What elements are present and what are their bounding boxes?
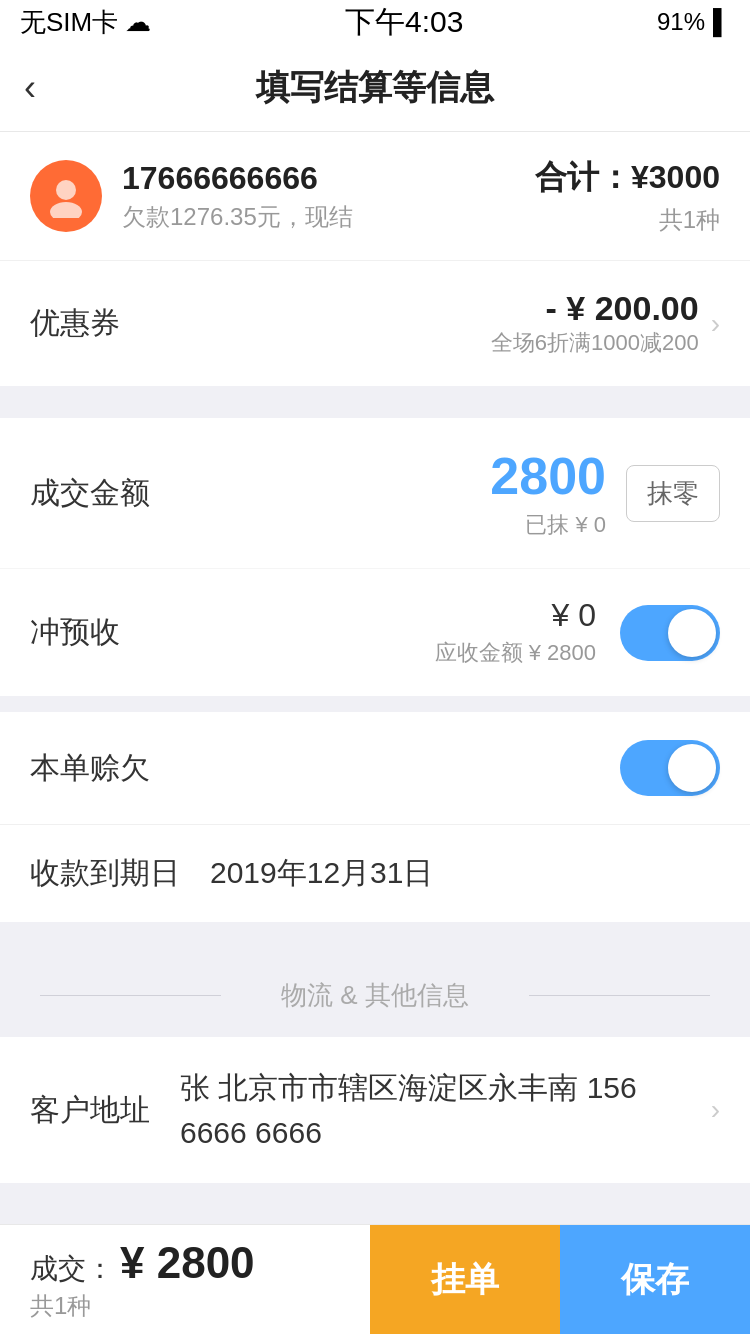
coupon-row[interactable]: 优惠券 - ¥ 200.00 全场6折满1000减200 › bbox=[0, 260, 750, 386]
address-section: 客户地址 张 北京市市辖区海淀区永丰南 156 6666 6666 › bbox=[0, 1037, 750, 1183]
hang-sale-button[interactable]: 挂单 bbox=[370, 1225, 560, 1335]
customer-left: 17666666666 欠款1276.35元，现结 bbox=[30, 160, 353, 233]
customer-section: 17666666666 欠款1276.35元，现结 合计：¥3000 共1种 优… bbox=[0, 132, 750, 386]
logistics-divider: 物流 & 其他信息 bbox=[0, 954, 750, 1037]
bottom-deal-amount: ¥ 2800 bbox=[120, 1238, 255, 1288]
customer-info: 17666666666 欠款1276.35元，现结 bbox=[122, 160, 353, 233]
debt-toggle-knob bbox=[668, 744, 716, 792]
battery-icon: ▌ bbox=[713, 8, 730, 36]
chevron-right-icon: › bbox=[711, 308, 720, 340]
customer-row: 17666666666 欠款1276.35元，现结 合计：¥3000 共1种 bbox=[0, 132, 750, 260]
duedate-label: 收款到期日 bbox=[30, 853, 180, 894]
prereceive-values: ¥ 0 应收金额 ¥ 2800 bbox=[435, 597, 596, 668]
coupon-right: - ¥ 200.00 全场6折满1000减200 › bbox=[491, 289, 720, 358]
status-bar: 无SIM卡 ☁ 下午4:03 91% ▌ bbox=[0, 0, 750, 44]
avatar-icon bbox=[44, 174, 88, 218]
customer-total: 合计：¥3000 共1种 bbox=[535, 156, 720, 236]
bottom-deal-label: 成交： bbox=[30, 1250, 114, 1288]
round-zero-button[interactable]: 抹零 bbox=[626, 465, 720, 522]
deal-amount-right: 2800 已抹 ¥ 0 抹零 bbox=[490, 446, 720, 540]
save-button[interactable]: 保存 bbox=[560, 1225, 750, 1335]
bottom-count: 共1种 bbox=[30, 1290, 340, 1322]
prereceive-row: 冲预收 ¥ 0 应收金额 ¥ 2800 bbox=[0, 569, 750, 696]
total-amount: 合计：¥3000 bbox=[535, 156, 720, 200]
deal-row: 成交： ¥ 2800 bbox=[30, 1238, 340, 1288]
coupon-discount: - ¥ 200.00 bbox=[491, 289, 699, 328]
divider-line-right bbox=[529, 995, 710, 996]
address-value: 张 北京市市辖区海淀区永丰南 156 6666 6666 bbox=[180, 1065, 711, 1155]
prereceive-right: ¥ 0 应收金额 ¥ 2800 bbox=[435, 597, 720, 668]
debt-section: 本单赊欠 收款到期日 2019年12月31日 bbox=[0, 712, 750, 922]
signal-text: 无SIM卡 ☁ bbox=[20, 5, 151, 40]
svg-point-1 bbox=[50, 202, 82, 218]
divider-1 bbox=[0, 402, 750, 418]
customer-debt: 欠款1276.35元，现结 bbox=[122, 201, 353, 233]
status-left: 无SIM卡 ☁ bbox=[20, 5, 151, 40]
divider-3 bbox=[0, 938, 750, 954]
deal-amount-value: 2800 bbox=[490, 446, 606, 506]
divider-2 bbox=[0, 696, 750, 712]
total-count: 共1种 bbox=[535, 204, 720, 236]
deal-amount-values: 2800 已抹 ¥ 0 bbox=[490, 446, 606, 540]
prereceive-amount: ¥ 0 bbox=[435, 597, 596, 634]
debt-toggle[interactable] bbox=[620, 740, 720, 796]
prereceive-label: 冲预收 bbox=[30, 612, 120, 653]
status-time: 下午4:03 bbox=[345, 2, 463, 43]
toggle-knob bbox=[668, 609, 716, 657]
duedate-row: 收款到期日 2019年12月31日 bbox=[0, 824, 750, 922]
logistics-label: 物流 & 其他信息 bbox=[281, 978, 469, 1013]
amount-section: 成交金额 2800 已抹 ¥ 0 抹零 冲预收 ¥ 0 应收金额 ¥ 2800 bbox=[0, 418, 750, 696]
duedate-value: 2019年12月31日 bbox=[210, 853, 433, 894]
prereceive-toggle[interactable] bbox=[620, 605, 720, 661]
customer-phone: 17666666666 bbox=[122, 160, 353, 197]
address-row[interactable]: 客户地址 张 北京市市辖区海淀区永丰南 156 6666 6666 › bbox=[0, 1037, 750, 1183]
avatar bbox=[30, 160, 102, 232]
divider-line-left bbox=[40, 995, 221, 996]
debt-row: 本单赊欠 bbox=[0, 712, 750, 824]
coupon-label: 优惠券 bbox=[30, 303, 120, 344]
svg-point-0 bbox=[56, 180, 76, 200]
status-right: 91% ▌ bbox=[657, 8, 730, 36]
deal-amount-sub: 已抹 ¥ 0 bbox=[490, 510, 606, 540]
deal-amount-row: 成交金额 2800 已抹 ¥ 0 抹零 bbox=[0, 418, 750, 569]
back-button[interactable]: ‹ bbox=[24, 67, 36, 109]
address-label: 客户地址 bbox=[30, 1090, 150, 1131]
bottom-summary: 成交： ¥ 2800 共1种 bbox=[0, 1238, 370, 1322]
debt-label: 本单赊欠 bbox=[30, 748, 150, 789]
prereceive-receivable: 应收金额 ¥ 2800 bbox=[435, 638, 596, 668]
page-title: 填写结算等信息 bbox=[256, 65, 494, 111]
battery-text: 91% bbox=[657, 8, 705, 36]
coupon-desc: 全场6折满1000减200 bbox=[491, 328, 699, 358]
bottom-bar: 成交： ¥ 2800 共1种 挂单 保存 bbox=[0, 1224, 750, 1334]
deal-amount-label: 成交金额 bbox=[30, 473, 150, 514]
address-chevron-icon: › bbox=[711, 1094, 720, 1126]
nav-bar: ‹ 填写结算等信息 bbox=[0, 44, 750, 132]
coupon-value: - ¥ 200.00 全场6折满1000减200 bbox=[491, 289, 699, 358]
